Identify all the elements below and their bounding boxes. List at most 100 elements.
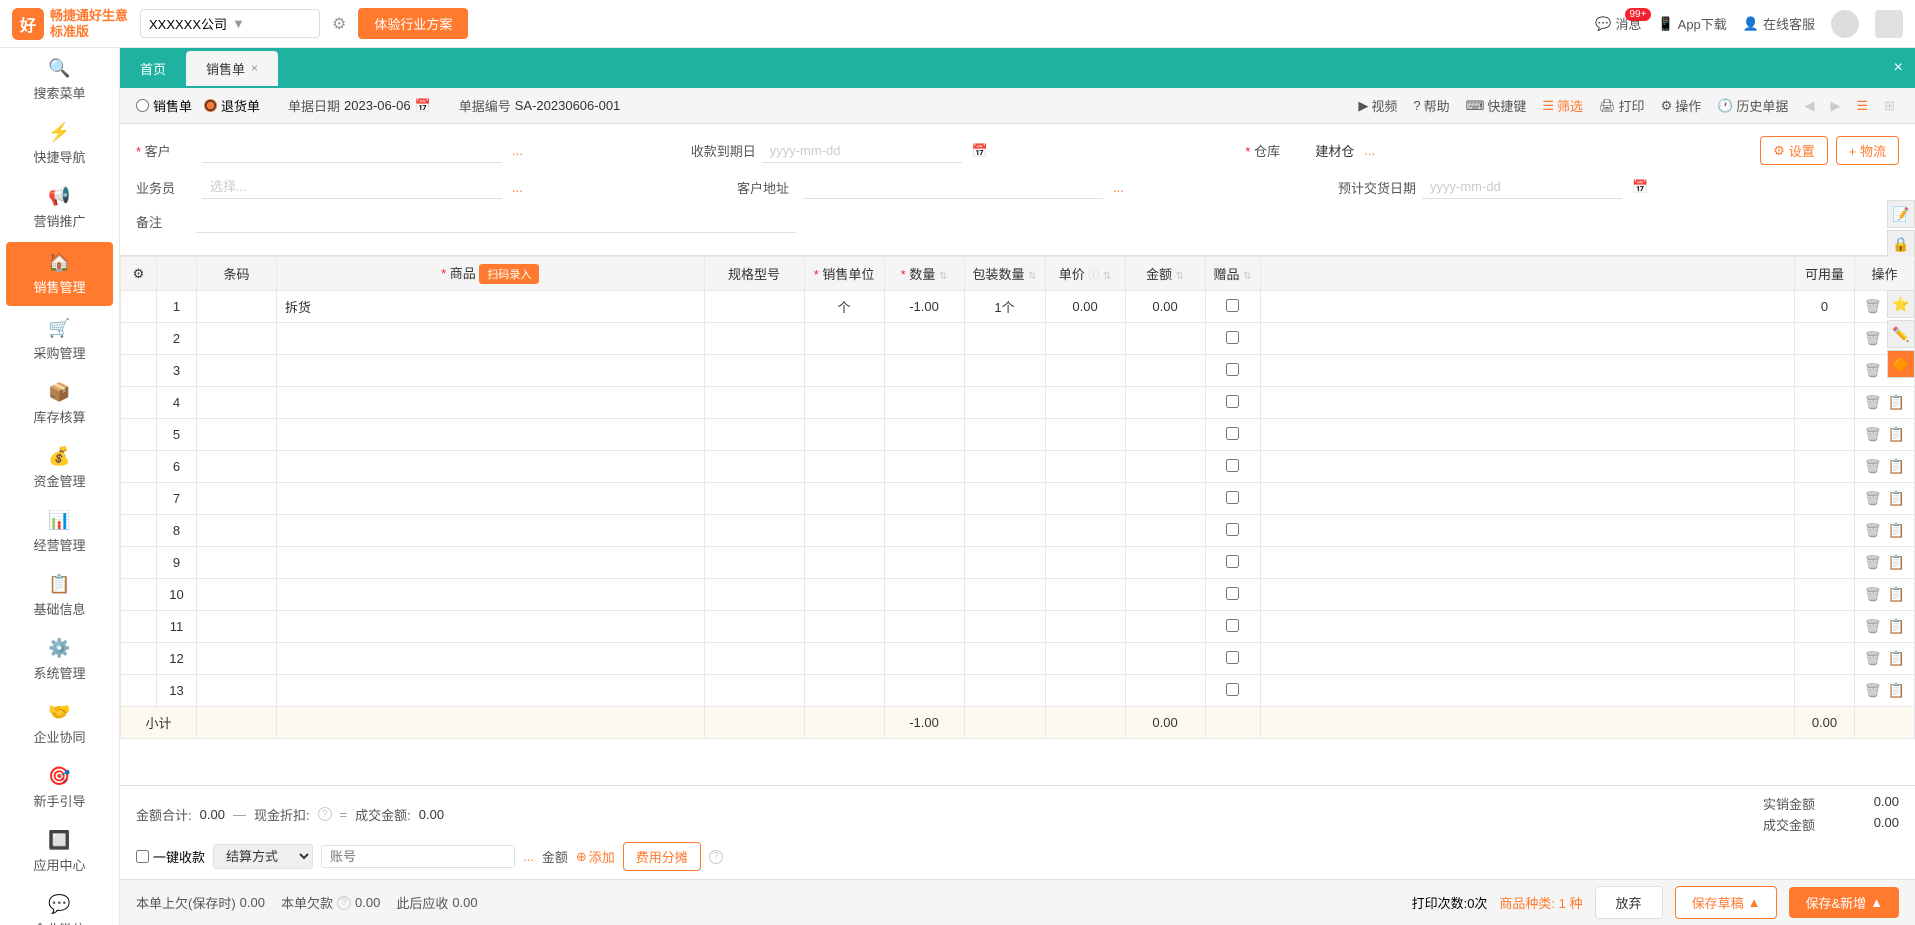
delete-icon[interactable]: 🗑: [1864, 650, 1882, 667]
row-unit-price[interactable]: [1045, 451, 1125, 483]
row-spec[interactable]: [704, 419, 804, 451]
delete-icon[interactable]: 🗑: [1864, 426, 1882, 443]
calendar-icon[interactable]: 📅: [415, 98, 431, 114]
address-dots-icon[interactable]: ...: [1113, 180, 1124, 195]
row-quantity[interactable]: [884, 611, 964, 643]
radio-sales-order[interactable]: 销售单: [136, 96, 192, 115]
copy-icon[interactable]: 📋: [1888, 522, 1905, 539]
row-barcode[interactable]: [197, 643, 277, 675]
row-gift[interactable]: [1205, 291, 1260, 323]
account-dots-icon[interactable]: ...: [523, 849, 534, 864]
row-gift[interactable]: [1205, 483, 1260, 515]
delete-icon[interactable]: 🗑: [1864, 394, 1882, 411]
delete-icon[interactable]: 🗑: [1864, 298, 1882, 315]
history-button[interactable]: 🕐 历史单据: [1713, 94, 1792, 117]
row-barcode[interactable]: [197, 547, 277, 579]
row-gift[interactable]: [1205, 515, 1260, 547]
sidebar-item-appcenter[interactable]: 🔲 应用中心: [0, 820, 119, 884]
row-quantity[interactable]: [884, 387, 964, 419]
row-gift[interactable]: [1205, 355, 1260, 387]
delete-icon[interactable]: 🗑: [1864, 618, 1882, 635]
row-gift[interactable]: [1205, 419, 1260, 451]
row-unit-price[interactable]: [1045, 675, 1125, 707]
row-spec[interactable]: [704, 323, 804, 355]
copy-icon[interactable]: 📋: [1888, 426, 1905, 443]
float-orange-button[interactable]: 🔶: [1887, 350, 1915, 378]
copy-icon[interactable]: 📋: [1888, 618, 1905, 635]
shortcut-button[interactable]: ⌨ 快捷键: [1462, 94, 1531, 117]
nav-next-icon[interactable]: ▶: [1830, 98, 1840, 114]
settings-button[interactable]: ⚙ 设置: [1760, 136, 1828, 165]
sidebar-item-finance[interactable]: 💰 资金管理: [0, 436, 119, 500]
row-unit-price[interactable]: [1045, 323, 1125, 355]
row-unit-price[interactable]: [1045, 355, 1125, 387]
row-gift[interactable]: [1205, 387, 1260, 419]
help-icon[interactable]: ?: [318, 807, 332, 821]
expense-split-button[interactable]: 费用分摊: [623, 842, 701, 871]
row-gift[interactable]: [1205, 643, 1260, 675]
row-barcode[interactable]: [197, 675, 277, 707]
expense-help-icon[interactable]: ?: [709, 850, 723, 864]
app-download-button[interactable]: 📱 App下载: [1657, 14, 1726, 33]
delete-icon[interactable]: 🗑: [1864, 362, 1882, 379]
row-gift[interactable]: [1205, 611, 1260, 643]
delete-icon[interactable]: 🗑: [1864, 586, 1882, 603]
row-unit-price[interactable]: 0.00: [1045, 291, 1125, 323]
row-unit-price[interactable]: [1045, 387, 1125, 419]
settlement-method-select[interactable]: 结算方式: [213, 844, 313, 869]
float-lock-button[interactable]: 🔒: [1887, 230, 1915, 258]
sidebar-item-sales[interactable]: 🏠 销售管理: [6, 242, 113, 306]
print-button[interactable]: 🖨 打印: [1595, 94, 1649, 117]
customer-address-input[interactable]: [803, 175, 1103, 199]
delete-icon[interactable]: 🗑: [1864, 490, 1882, 507]
row-spec[interactable]: [704, 451, 804, 483]
delete-icon[interactable]: 🗑: [1864, 522, 1882, 539]
row-unit-price[interactable]: [1045, 643, 1125, 675]
video-button[interactable]: ▶ 视频: [1354, 94, 1401, 117]
row-barcode[interactable]: [197, 515, 277, 547]
list-view-icon[interactable]: ☰: [1856, 98, 1868, 114]
filter-button[interactable]: ☰ 筛选: [1538, 94, 1587, 117]
row-spec[interactable]: [704, 387, 804, 419]
tab-close-button[interactable]: ×: [1882, 59, 1915, 77]
sidebar-item-search[interactable]: 🔍 搜索菜单: [0, 48, 119, 112]
row-unit-price[interactable]: [1045, 419, 1125, 451]
row-barcode[interactable]: [197, 291, 277, 323]
calendar-icon[interactable]: 📅: [972, 143, 988, 159]
salesman-dots-icon[interactable]: ...: [512, 180, 523, 195]
sidebar-item-quicknav[interactable]: ⚡ 快捷导航: [0, 112, 119, 176]
account-input[interactable]: [321, 845, 515, 868]
sidebar-item-inventory[interactable]: 📦 库存核算: [0, 372, 119, 436]
sidebar-item-enterprise[interactable]: 🤝 企业协同: [0, 692, 119, 756]
online-service-button[interactable]: 👤 在线客服: [1743, 14, 1815, 33]
tab-sales-order[interactable]: 销售单 ×: [186, 51, 278, 86]
row-unit-price[interactable]: [1045, 547, 1125, 579]
row-barcode[interactable]: [197, 419, 277, 451]
trial-button[interactable]: 体验行业方案: [358, 8, 468, 39]
tab-close-icon[interactable]: ×: [251, 61, 258, 75]
row-quantity[interactable]: [884, 483, 964, 515]
delete-icon[interactable]: 🗑: [1864, 330, 1882, 347]
sidebar-item-wechat[interactable]: 💬 企业微信: [0, 884, 119, 925]
copy-icon[interactable]: 📋: [1888, 458, 1905, 475]
due-date-input[interactable]: [762, 139, 962, 163]
sidebar-item-newguide[interactable]: 🎯 新手引导: [0, 756, 119, 820]
copy-icon[interactable]: 📋: [1888, 682, 1905, 699]
row-gift[interactable]: [1205, 675, 1260, 707]
help-button[interactable]: ? 帮助: [1409, 94, 1453, 117]
row-unit-price[interactable]: [1045, 579, 1125, 611]
row-unit-price[interactable]: [1045, 483, 1125, 515]
row-quantity[interactable]: [884, 643, 964, 675]
row-spec[interactable]: [704, 579, 804, 611]
row-unit-price[interactable]: [1045, 515, 1125, 547]
operation-button[interactable]: ⚙ 操作: [1657, 94, 1706, 117]
more-icon[interactable]: [1875, 10, 1903, 38]
th-gear[interactable]: ⚙: [121, 257, 157, 291]
warehouse-dots-icon[interactable]: ...: [1364, 143, 1375, 158]
logistics-button[interactable]: + 物流: [1836, 136, 1899, 165]
row-gift[interactable]: [1205, 547, 1260, 579]
row-quantity[interactable]: [884, 451, 964, 483]
sidebar-item-business[interactable]: 📊 经营管理: [0, 500, 119, 564]
company-selector[interactable]: XXXXXX公司 ▼: [140, 9, 320, 38]
radio-return-order[interactable]: 退货单: [204, 96, 260, 115]
